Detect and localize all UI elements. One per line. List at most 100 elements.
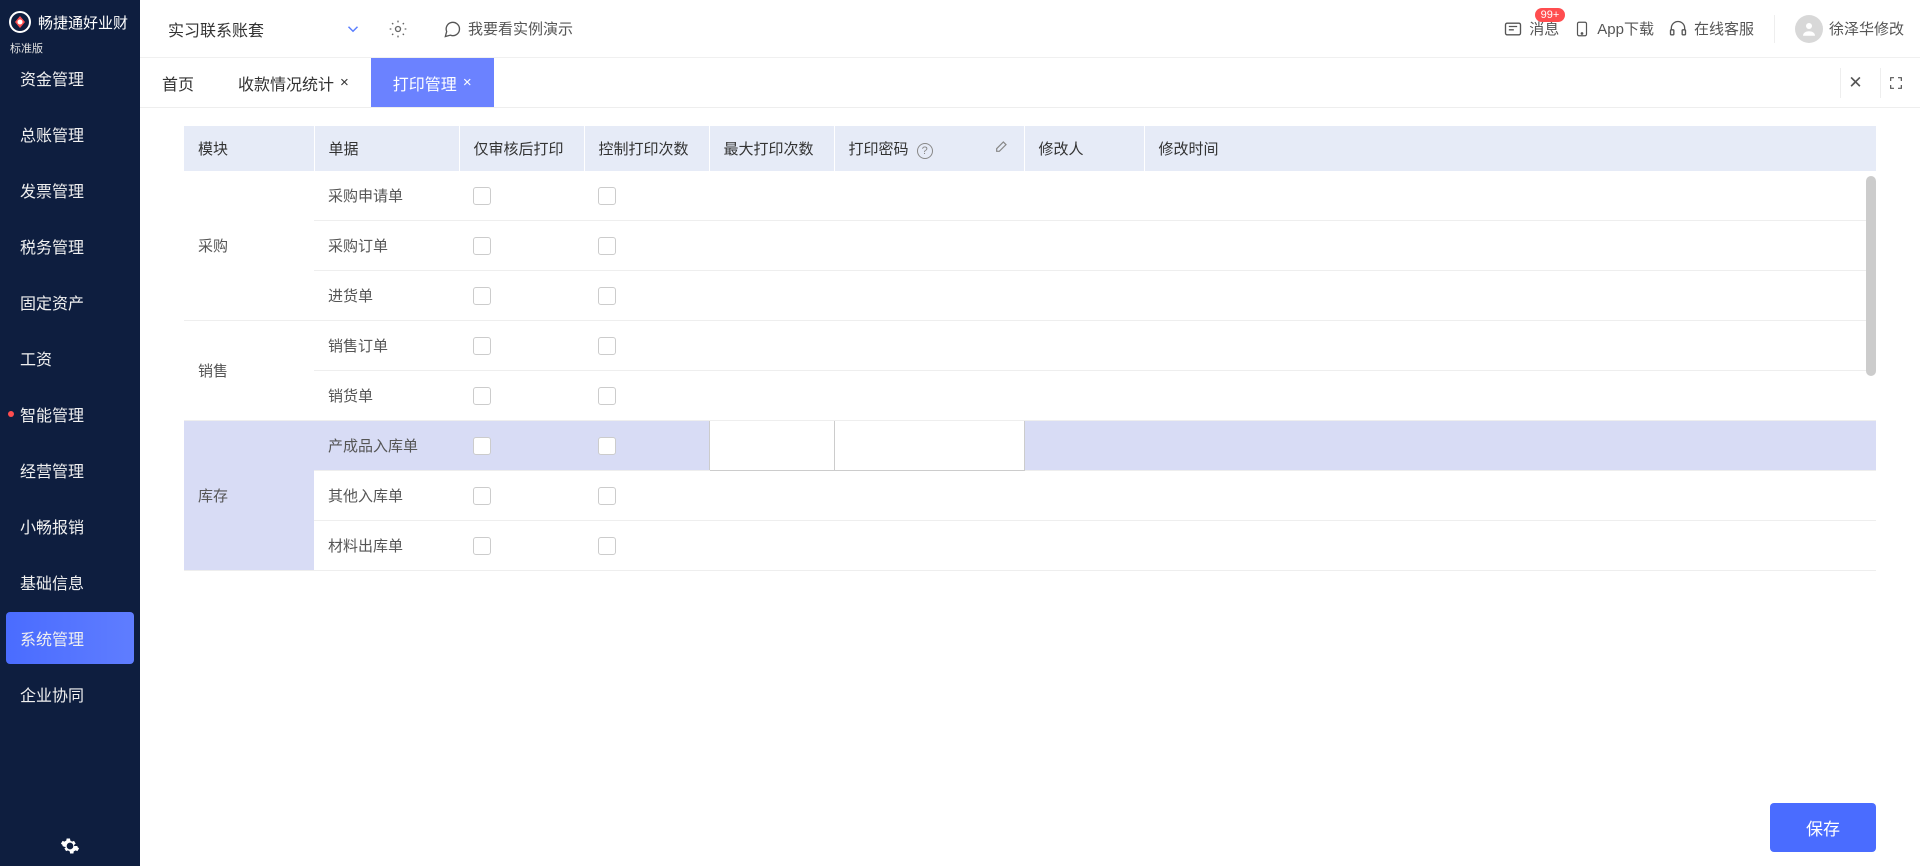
- audit-checkbox[interactable]: [473, 237, 491, 255]
- th-modify-time: 修改时间: [1144, 126, 1876, 171]
- avatar-icon: [1795, 15, 1823, 43]
- table-row: 采购订单: [184, 221, 1876, 271]
- module-cell: 销售: [184, 321, 314, 421]
- nav: 资金管理 总账管理 发票管理 税务管理 固定资产 工资 智能管理 经营管理 小畅…: [0, 64, 140, 826]
- fullscreen-icon[interactable]: [1880, 68, 1910, 98]
- demo-link[interactable]: 我要看实例演示: [442, 18, 573, 39]
- control-checkbox[interactable]: [598, 387, 616, 405]
- th-password: 打印密码 ?: [834, 126, 1024, 171]
- th-max-count: 最大打印次数: [709, 126, 834, 171]
- settings-icon[interactable]: [60, 836, 80, 856]
- th-module: 模块: [184, 126, 314, 171]
- table-row: 销货单: [184, 371, 1876, 421]
- nav-item-invoice[interactable]: 发票管理: [0, 162, 140, 218]
- main: 实习联系账套 我要看实例演示 消息 99+: [140, 0, 1920, 866]
- app-download-button[interactable]: App下载: [1573, 18, 1654, 39]
- nav-item-base[interactable]: 基础信息: [0, 554, 140, 610]
- control-checkbox[interactable]: [598, 237, 616, 255]
- tab-home[interactable]: 首页: [140, 58, 216, 107]
- control-checkbox[interactable]: [598, 187, 616, 205]
- table-row[interactable]: 库存 产成品入库单: [184, 421, 1876, 471]
- time-cell: [1144, 421, 1876, 471]
- doc-cell: 采购申请单: [314, 171, 459, 221]
- doc-cell: 其他入库单: [314, 471, 459, 521]
- tab-receipts-stats[interactable]: 收款情况统计 ×: [216, 58, 371, 107]
- brand-name: 畅捷通好业财: [38, 12, 128, 33]
- account-selector[interactable]: 实习联系账套: [156, 13, 374, 45]
- control-checkbox[interactable]: [598, 337, 616, 355]
- nav-item-assets[interactable]: 固定资产: [0, 274, 140, 330]
- support-label: 在线客服: [1694, 18, 1754, 39]
- tabs: 首页 收款情况统计 × 打印管理 × ✕: [140, 58, 1920, 108]
- nav-item-funds[interactable]: 资金管理: [0, 64, 140, 106]
- control-checkbox[interactable]: [598, 487, 616, 505]
- table-row: 进货单: [184, 271, 1876, 321]
- th-audit-only: 仅审核后打印: [459, 126, 584, 171]
- content: 模块 单据 仅审核后打印 控制打印次数 最大打印次数 打印密码 ?: [140, 108, 1920, 866]
- time-cell: [1144, 171, 1876, 221]
- modifier-cell: [1024, 421, 1144, 471]
- scrollbar[interactable]: [1866, 176, 1876, 376]
- audit-checkbox[interactable]: [473, 437, 491, 455]
- sidebar-footer: [0, 826, 140, 866]
- audit-checkbox[interactable]: [473, 287, 491, 305]
- help-icon[interactable]: ?: [917, 143, 933, 159]
- modifier-cell: [1024, 171, 1144, 221]
- chevron-down-icon: [344, 20, 362, 38]
- nav-item-business[interactable]: 经营管理: [0, 442, 140, 498]
- nav-item-collab[interactable]: 企业协同: [0, 666, 140, 722]
- messages-button[interactable]: 消息 99+: [1503, 18, 1559, 39]
- tab-print-management[interactable]: 打印管理 ×: [371, 58, 494, 107]
- doc-cell: 材料出库单: [314, 521, 459, 571]
- table-row: 采购 采购申请单: [184, 171, 1876, 221]
- table-row: 销售 销售订单: [184, 321, 1876, 371]
- close-all-icon[interactable]: ✕: [1840, 68, 1870, 98]
- doc-cell: 产成品入库单: [314, 421, 459, 471]
- table-row: 其他入库单: [184, 471, 1876, 521]
- username: 徐泽华修改: [1829, 18, 1904, 39]
- max-count-input[interactable]: [709, 421, 834, 471]
- nav-item-salary[interactable]: 工资: [0, 330, 140, 386]
- audit-checkbox[interactable]: [473, 337, 491, 355]
- nav-item-ledger[interactable]: 总账管理: [0, 106, 140, 162]
- th-doc: 单据: [314, 126, 459, 171]
- module-cell: 采购: [184, 171, 314, 321]
- tabs-tools: ✕: [1840, 58, 1920, 107]
- edition-badge: 标准版: [0, 40, 140, 64]
- header: 实习联系账套 我要看实例演示 消息 99+: [140, 0, 1920, 58]
- pwd-cell: [834, 171, 1024, 221]
- audit-checkbox[interactable]: [473, 387, 491, 405]
- nav-item-tax[interactable]: 税务管理: [0, 218, 140, 274]
- doc-cell: 进货单: [314, 271, 459, 321]
- demo-label: 我要看实例演示: [468, 18, 573, 39]
- phone-icon: [1573, 19, 1591, 39]
- nav-item-system[interactable]: 系统管理: [6, 612, 134, 664]
- nav-item-smart[interactable]: 智能管理: [0, 386, 140, 442]
- app-download-label: App下载: [1597, 18, 1654, 39]
- audit-checkbox[interactable]: [473, 487, 491, 505]
- close-icon[interactable]: ×: [340, 74, 349, 91]
- edit-icon[interactable]: [994, 138, 1010, 154]
- save-button[interactable]: 保存: [1770, 803, 1876, 852]
- user-menu[interactable]: 徐泽华修改: [1795, 15, 1904, 43]
- print-settings-table: 模块 单据 仅审核后打印 控制打印次数 最大打印次数 打印密码 ?: [184, 126, 1876, 571]
- control-checkbox[interactable]: [598, 287, 616, 305]
- message-icon: [1503, 19, 1523, 39]
- support-button[interactable]: 在线客服: [1668, 18, 1754, 39]
- max-cell: [709, 171, 834, 221]
- audit-checkbox[interactable]: [473, 187, 491, 205]
- audit-checkbox[interactable]: [473, 537, 491, 555]
- th-control-count: 控制打印次数: [584, 126, 709, 171]
- close-icon[interactable]: ×: [463, 74, 472, 91]
- chat-icon: [442, 19, 462, 39]
- th-modifier: 修改人: [1024, 126, 1144, 171]
- account-settings-icon[interactable]: [388, 19, 408, 39]
- messages-badge: 99+: [1535, 8, 1566, 22]
- control-checkbox[interactable]: [598, 537, 616, 555]
- table-row: 材料出库单: [184, 521, 1876, 571]
- password-input[interactable]: [834, 421, 1024, 471]
- nav-item-expense[interactable]: 小畅报销: [0, 498, 140, 554]
- control-checkbox[interactable]: [598, 437, 616, 455]
- doc-cell: 销货单: [314, 371, 459, 421]
- module-cell: 库存: [184, 421, 314, 571]
